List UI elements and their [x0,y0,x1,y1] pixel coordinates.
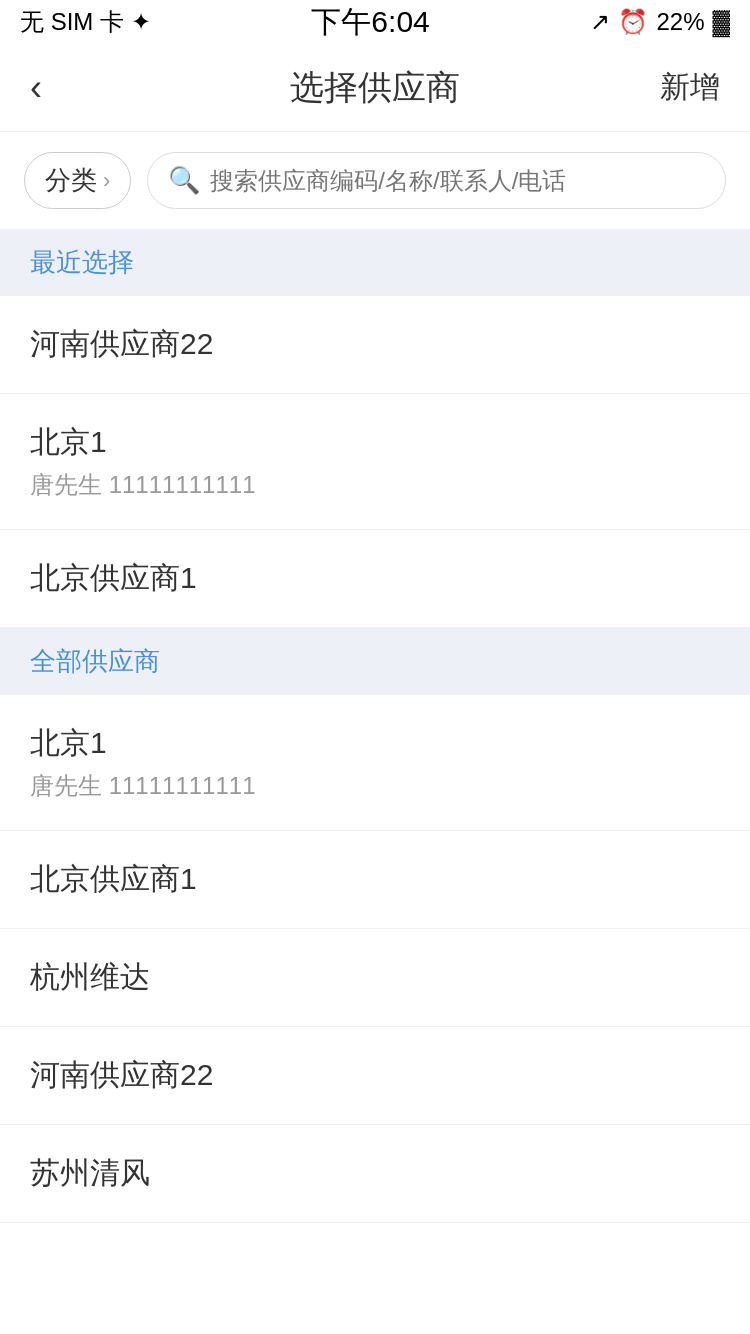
recent-section-header: 最近选择 [0,229,750,296]
item-name: 河南供应商22 [30,1055,720,1096]
list-item[interactable]: 河南供应商22 [0,1027,750,1125]
search-box[interactable]: 🔍 [147,152,726,209]
status-bar-right: ↗ ⏰ 22% ▓ [590,8,730,36]
list-item[interactable]: 北京供应商1 [0,530,750,628]
list-item[interactable]: 苏州清风 [0,1125,750,1223]
back-button[interactable]: ‹ [30,67,110,109]
item-contact: 唐先生 11111111111 [30,770,720,802]
location-icon: ↗ [590,8,610,36]
all-section-label: 全部供应商 [30,646,160,676]
category-label: 分类 [45,163,97,198]
item-name: 杭州维达 [30,957,720,998]
list-item[interactable]: 北京供应商1 [0,831,750,929]
alarm-icon: ⏰ [618,8,648,36]
sim-status: 无 SIM 卡 ✦ [20,6,151,38]
recent-section-label: 最近选择 [30,247,134,277]
battery-level: 22% [656,8,704,36]
item-name: 北京供应商1 [30,859,720,900]
chevron-right-icon: › [103,168,110,194]
search-icon: 🔍 [168,165,200,196]
nav-bar: ‹ 选择供应商 新增 [0,44,750,132]
add-button[interactable]: 新增 [640,67,720,108]
status-bar-left: 无 SIM 卡 ✦ [20,6,151,38]
status-bar-time: 下午6:04 [311,2,429,43]
item-contact: 唐先生 11111111111 [30,469,720,501]
filter-bar: 分类 › 🔍 [0,132,750,229]
list-item[interactable]: 北京1 唐先生 11111111111 [0,695,750,831]
item-name: 河南供应商22 [30,324,720,365]
search-input[interactable] [210,167,705,195]
list-item[interactable]: 北京1 唐先生 11111111111 [0,394,750,530]
item-name: 北京1 [30,422,720,463]
all-items-list: 北京1 唐先生 11111111111 北京供应商1 杭州维达 河南供应商22 … [0,695,750,1223]
item-name: 苏州清风 [30,1153,720,1194]
category-filter-button[interactable]: 分类 › [24,152,131,209]
list-item[interactable]: 杭州维达 [0,929,750,1027]
status-bar: 无 SIM 卡 ✦ 下午6:04 ↗ ⏰ 22% ▓ [0,0,750,44]
item-name: 北京1 [30,723,720,764]
battery-icon: ▓ [712,8,730,36]
item-name: 北京供应商1 [30,558,720,599]
page-title: 选择供应商 [110,65,640,111]
recent-items-list: 河南供应商22 北京1 唐先生 11111111111 北京供应商1 [0,296,750,628]
all-section-header: 全部供应商 [0,628,750,695]
list-item[interactable]: 河南供应商22 [0,296,750,394]
